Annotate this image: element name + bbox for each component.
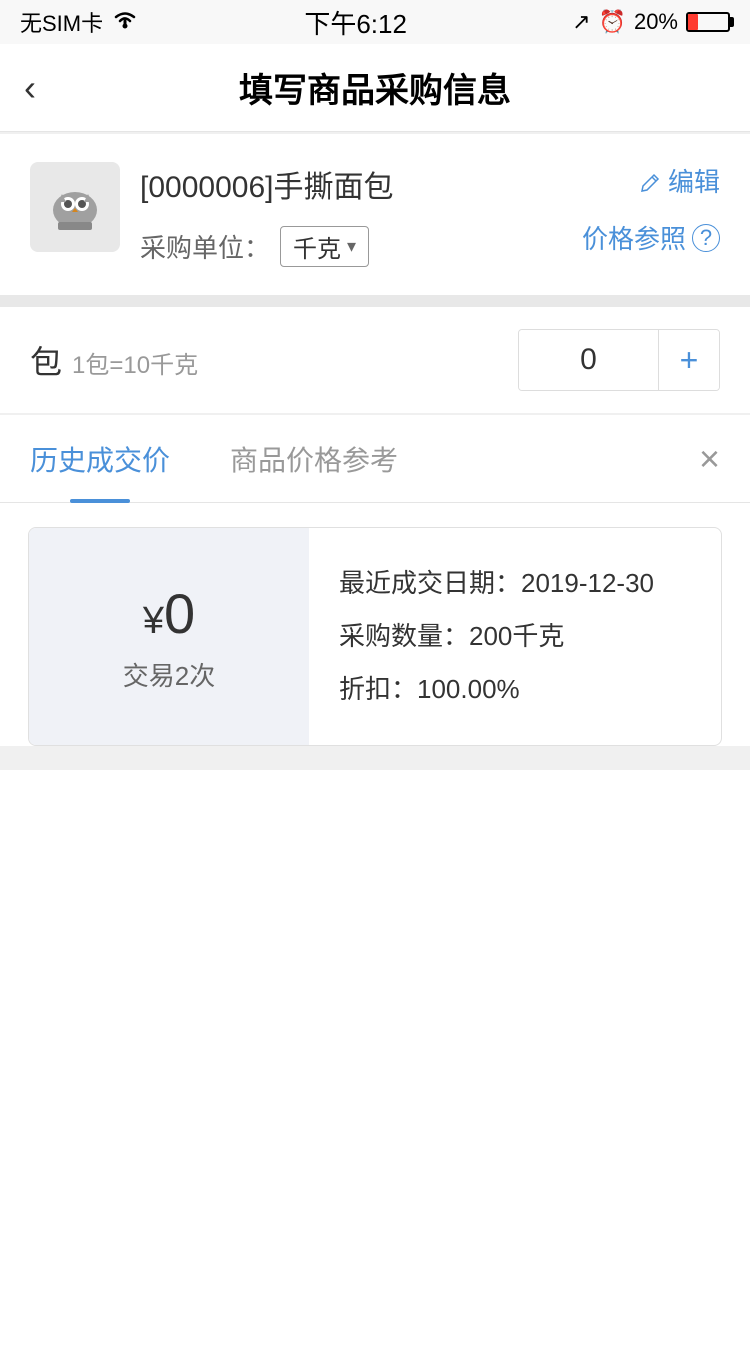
tabs-panel: 历史成交价 商品价格参考 × ¥0 交易2次 最近成交日期：2019-12-30… — [0, 415, 750, 746]
battery-percent: 20% — [634, 9, 678, 35]
edit-button[interactable]: 编辑 — [640, 162, 720, 199]
quantity-control: + — [518, 329, 720, 391]
product-right-actions: 编辑 价格参照 ? — [582, 162, 720, 256]
section-divider — [0, 295, 750, 307]
tabs-header: 历史成交价 商品价格参考 × — [0, 415, 750, 503]
history-card: ¥0 交易2次 最近成交日期：2019-12-30 采购数量：200千克 折扣：… — [28, 527, 722, 746]
edit-icon — [640, 170, 662, 192]
location-icon: ↗ — [572, 9, 590, 35]
discount-label: 折扣： — [339, 674, 417, 704]
quantity-input[interactable] — [519, 330, 659, 390]
unit-value: 千克 — [293, 229, 341, 264]
status-time: 下午6:12 — [304, 4, 407, 41]
history-trade-count: 交易2次 — [123, 656, 215, 693]
recent-date-row: 最近成交日期：2019-12-30 — [339, 564, 691, 603]
discount-row: 折扣：100.00% — [339, 670, 691, 709]
product-header: [0000006]手撕面包 采购单位： 千克 ▾ 编辑 价格参照 — [30, 162, 720, 267]
history-price-section: ¥0 交易2次 — [29, 528, 309, 745]
quantity-label: 包 1包=10千克 — [30, 337, 198, 383]
quantity-plus-button[interactable]: + — [659, 330, 719, 390]
recent-date-label: 最近成交日期： — [339, 568, 521, 598]
page-title: 填写商品采购信息 — [239, 63, 511, 112]
quantity-row: 包 1包=10千克 + — [0, 307, 750, 413]
purchase-qty-label: 采购数量： — [339, 621, 469, 651]
status-right: ↗ ⏰ 20% — [572, 9, 730, 35]
status-left: 无SIM卡 — [20, 6, 139, 38]
history-price-value: ¥0 — [143, 581, 195, 646]
tab-close-button[interactable]: × — [699, 438, 720, 480]
currency-symbol: ¥ — [143, 600, 164, 642]
status-bar: 无SIM卡 下午6:12 ↗ ⏰ 20% — [0, 0, 750, 44]
product-unit-row: 采购单位： 千克 ▾ — [140, 226, 393, 267]
nav-bar: ‹ 填写商品采购信息 — [0, 44, 750, 132]
product-card: [0000006]手撕面包 采购单位： 千克 ▾ 编辑 价格参照 — [0, 134, 750, 295]
alarm-icon: ⏰ — [599, 9, 626, 35]
unit-badge[interactable]: 千克 ▾ — [280, 226, 369, 267]
product-logo-svg — [40, 172, 110, 242]
purchase-qty-row: 采购数量：200千克 — [339, 617, 691, 656]
product-name: [0000006]手撕面包 — [140, 162, 393, 206]
product-info: [0000006]手撕面包 采购单位： 千克 ▾ — [140, 162, 393, 267]
carrier-text: 无SIM卡 — [20, 6, 103, 38]
help-icon: ? — [692, 224, 720, 252]
recent-date-value: 2019-12-30 — [521, 568, 654, 598]
purchase-unit-label: 采购单位： — [140, 228, 270, 265]
tab-price-ref[interactable]: 商品价格参考 — [230, 415, 398, 503]
unit-dropdown-arrow: ▾ — [347, 236, 356, 257]
price-ref-button[interactable]: 价格参照 ? — [582, 219, 720, 256]
tabs-list: 历史成交价 商品价格参考 — [30, 415, 398, 503]
product-image — [30, 162, 120, 252]
history-details-section: 最近成交日期：2019-12-30 采购数量：200千克 折扣：100.00% — [309, 528, 721, 745]
product-left: [0000006]手撕面包 采购单位： 千克 ▾ — [30, 162, 393, 267]
back-button[interactable]: ‹ — [24, 67, 36, 109]
wifi-icon — [111, 9, 139, 35]
quantity-unit: 包 — [30, 337, 62, 383]
price-number: 0 — [164, 582, 195, 645]
battery-icon — [686, 12, 730, 32]
discount-value: 100.00% — [417, 674, 520, 704]
tab-history-price[interactable]: 历史成交价 — [30, 415, 170, 503]
purchase-qty-value: 200千克 — [469, 621, 564, 651]
quantity-convert: 1包=10千克 — [72, 345, 198, 380]
page-background — [0, 770, 750, 1370]
